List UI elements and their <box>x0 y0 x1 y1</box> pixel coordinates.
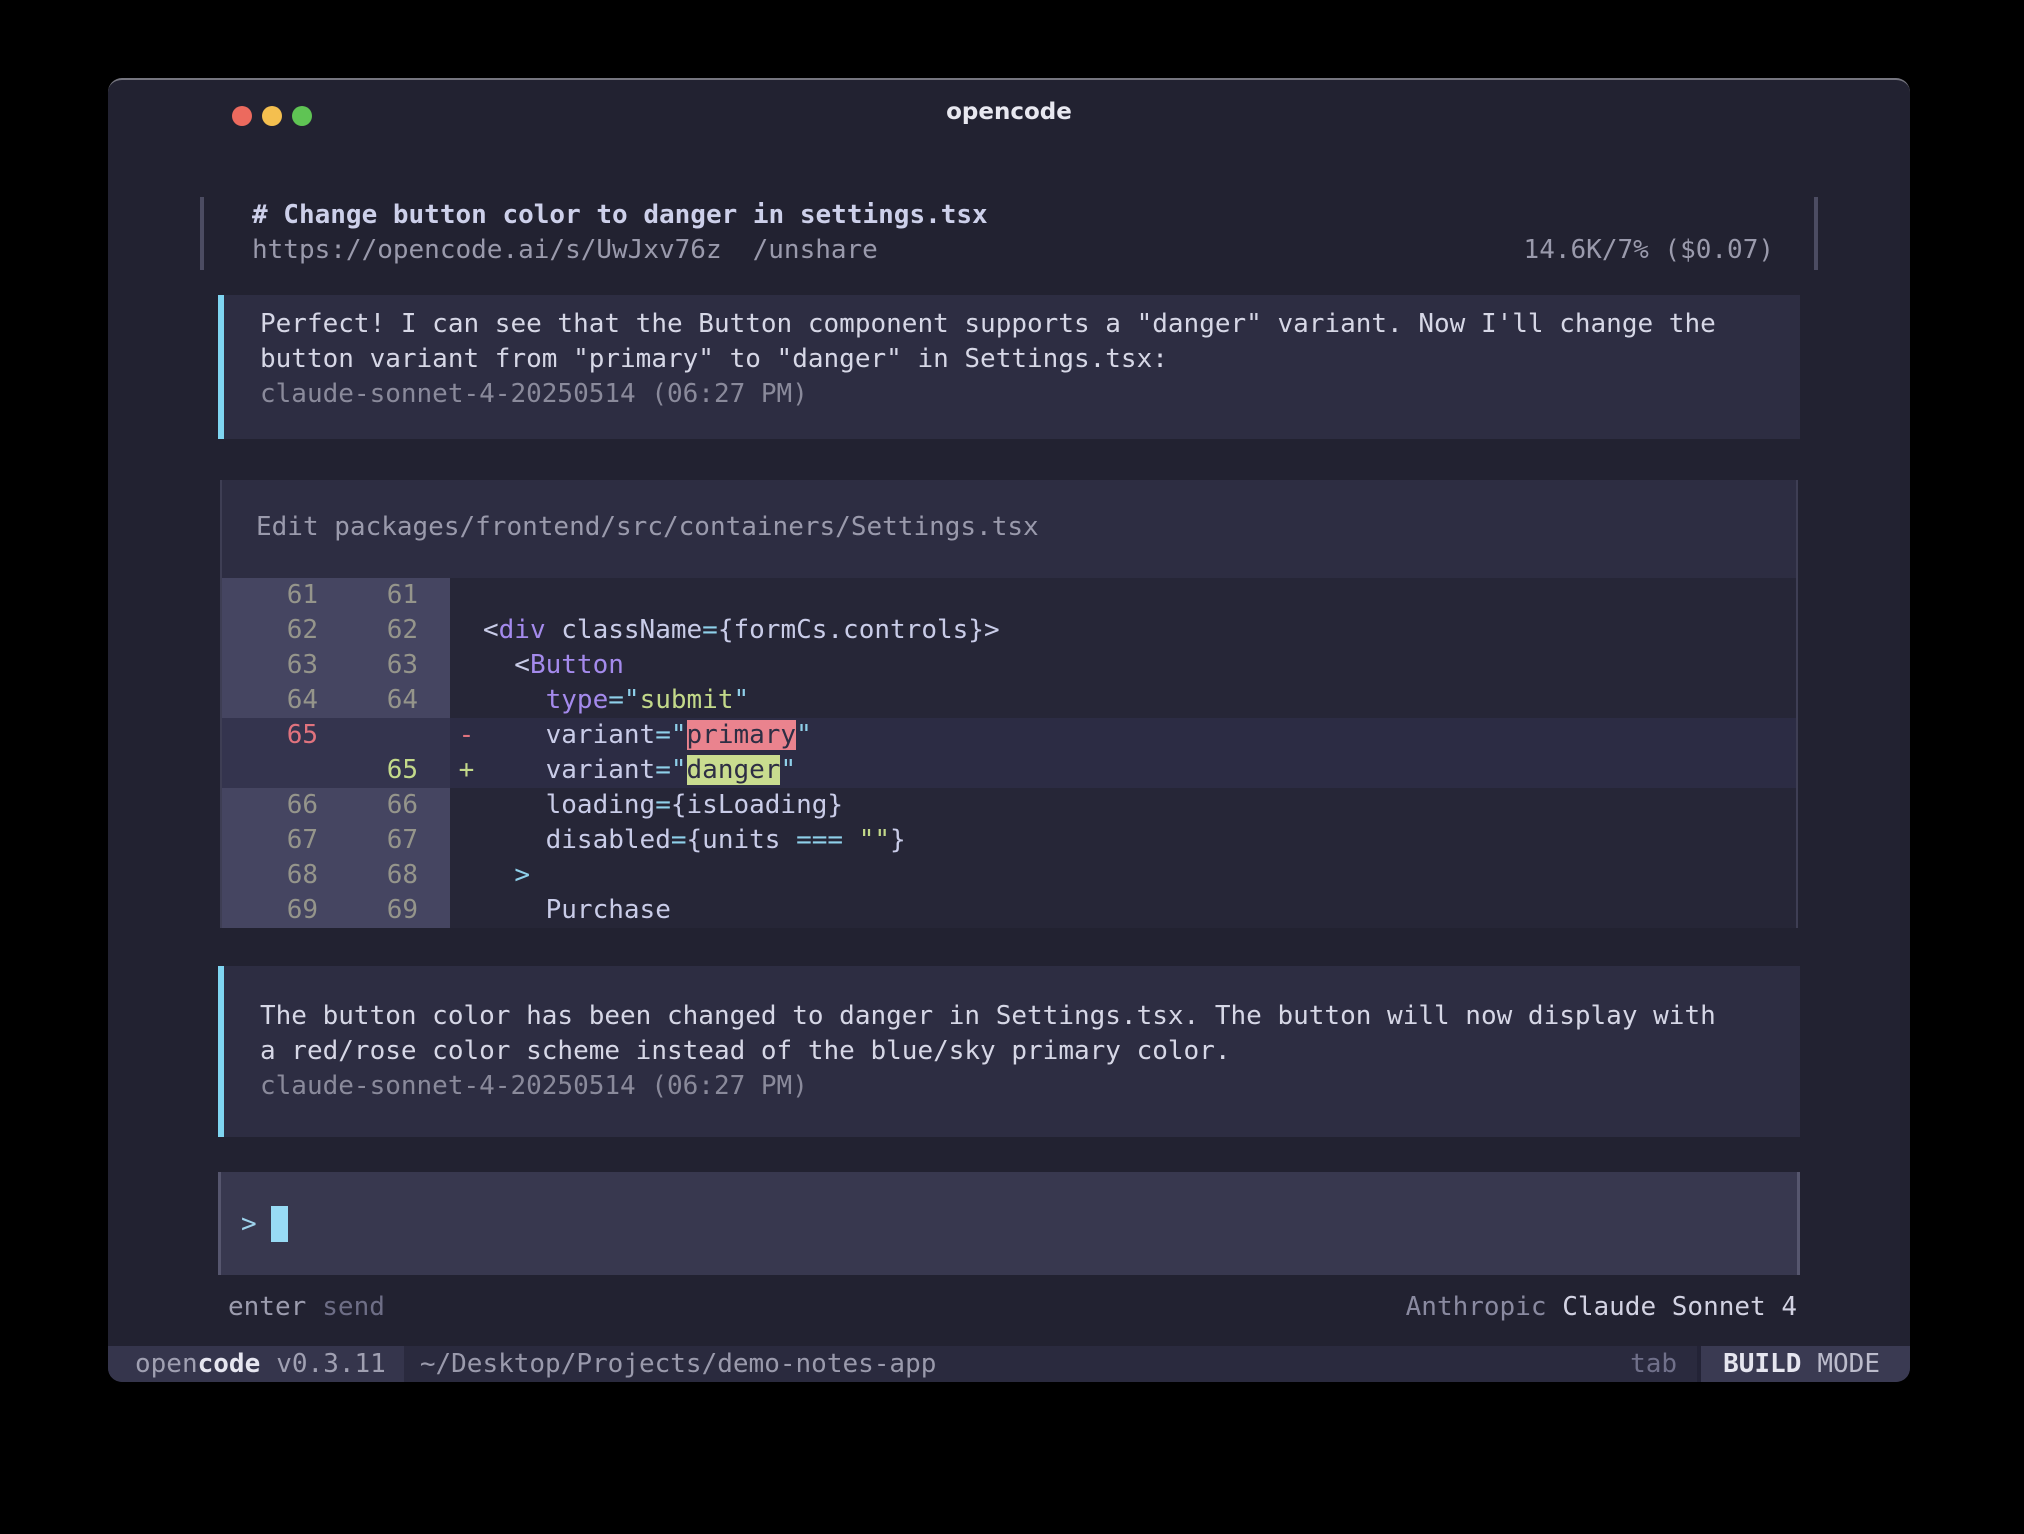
message-text: Perfect! I can see that the Button compo… <box>260 307 1770 342</box>
opencode-window: opencode # Change button color to danger… <box>108 78 1910 1382</box>
diff-row: 6969 Purchase <box>222 893 1796 928</box>
build-mode-segment[interactable]: BUILD MODE <box>1701 1346 1910 1382</box>
working-directory: ~/Desktop/Projects/demo-notes-app <box>420 1349 937 1379</box>
diff-row: 6464 type="submit" <box>222 683 1796 718</box>
share-url: https://opencode.ai/s/UwJxv76z <box>252 233 722 268</box>
edit-tool-block: Edit packages/frontend/src/containers/Se… <box>220 480 1798 928</box>
diff-row: 6161 <box>222 578 1796 613</box>
edit-tool-title: Edit packages/frontend/src/containers/Se… <box>222 480 1796 578</box>
diff-row: 6868 > <box>222 858 1796 893</box>
message-text: The button color has been changed to dan… <box>260 999 1770 1034</box>
titlebar: opencode <box>108 80 1910 140</box>
mode-label: MODE <box>1817 1349 1880 1379</box>
status-bar: opencode v0.3.11 ~/Desktop/Projects/demo… <box>108 1346 1910 1382</box>
tab-key-hint[interactable]: tab <box>1630 1349 1677 1379</box>
diff-view: 61616262<div className={formCs.controls}… <box>222 578 1796 928</box>
message-text: button variant from "primary" to "danger… <box>260 342 1770 377</box>
diff-row: 6262<div className={formCs.controls}> <box>222 613 1796 648</box>
hints-row: enter send Anthropic Claude Sonnet 4 <box>218 1290 1800 1325</box>
diff-row: 65- variant="primary" <box>222 718 1796 753</box>
app-version: v0.3.11 <box>276 1349 386 1379</box>
model-timestamp: claude-sonnet-4-20250514 (06:27 PM) <box>260 377 1770 412</box>
session-content: # Change button color to danger in setti… <box>108 197 1910 1325</box>
mode-name: BUILD <box>1723 1349 1801 1379</box>
assistant-message: Perfect! I can see that the Button compo… <box>218 295 1800 439</box>
token-cost-stats: 14.6K/7% ($0.07) <box>1524 233 1774 268</box>
model-timestamp: claude-sonnet-4-20250514 (06:27 PM) <box>260 1069 1770 1104</box>
diff-row: 6767 disabled={units === ""} <box>222 823 1796 858</box>
session-header: # Change button color to danger in setti… <box>200 197 1818 270</box>
send-action-hint: send <box>322 1290 385 1325</box>
enter-key-hint: enter <box>228 1290 306 1325</box>
prompt-input[interactable]: > <box>218 1172 1800 1275</box>
app-name-bold: code <box>198 1349 261 1379</box>
prompt-symbol: > <box>241 1206 257 1243</box>
diff-row: 65+ variant="danger" <box>222 753 1796 788</box>
window-title: opencode <box>108 99 1910 125</box>
provider-name: Anthropic <box>1406 1292 1547 1322</box>
diff-row: 6363 <Button <box>222 648 1796 683</box>
model-indicator: Anthropic Claude Sonnet 4 <box>1406 1290 1797 1325</box>
app-version-segment: opencode v0.3.11 <box>108 1346 404 1382</box>
session-title: # Change button color to danger in setti… <box>252 198 1774 233</box>
unshare-command: /unshare <box>753 233 878 268</box>
session-subheader: https://opencode.ai/s/UwJxv76z /unshare … <box>252 233 1774 268</box>
app-name-light: open <box>135 1349 198 1379</box>
model-name: Claude Sonnet 4 <box>1562 1292 1797 1322</box>
diff-row: 6666 loading={isLoading} <box>222 788 1796 823</box>
message-text: a red/rose color scheme instead of the b… <box>260 1034 1770 1069</box>
text-cursor <box>271 1206 288 1242</box>
assistant-message: The button color has been changed to dan… <box>218 966 1800 1137</box>
